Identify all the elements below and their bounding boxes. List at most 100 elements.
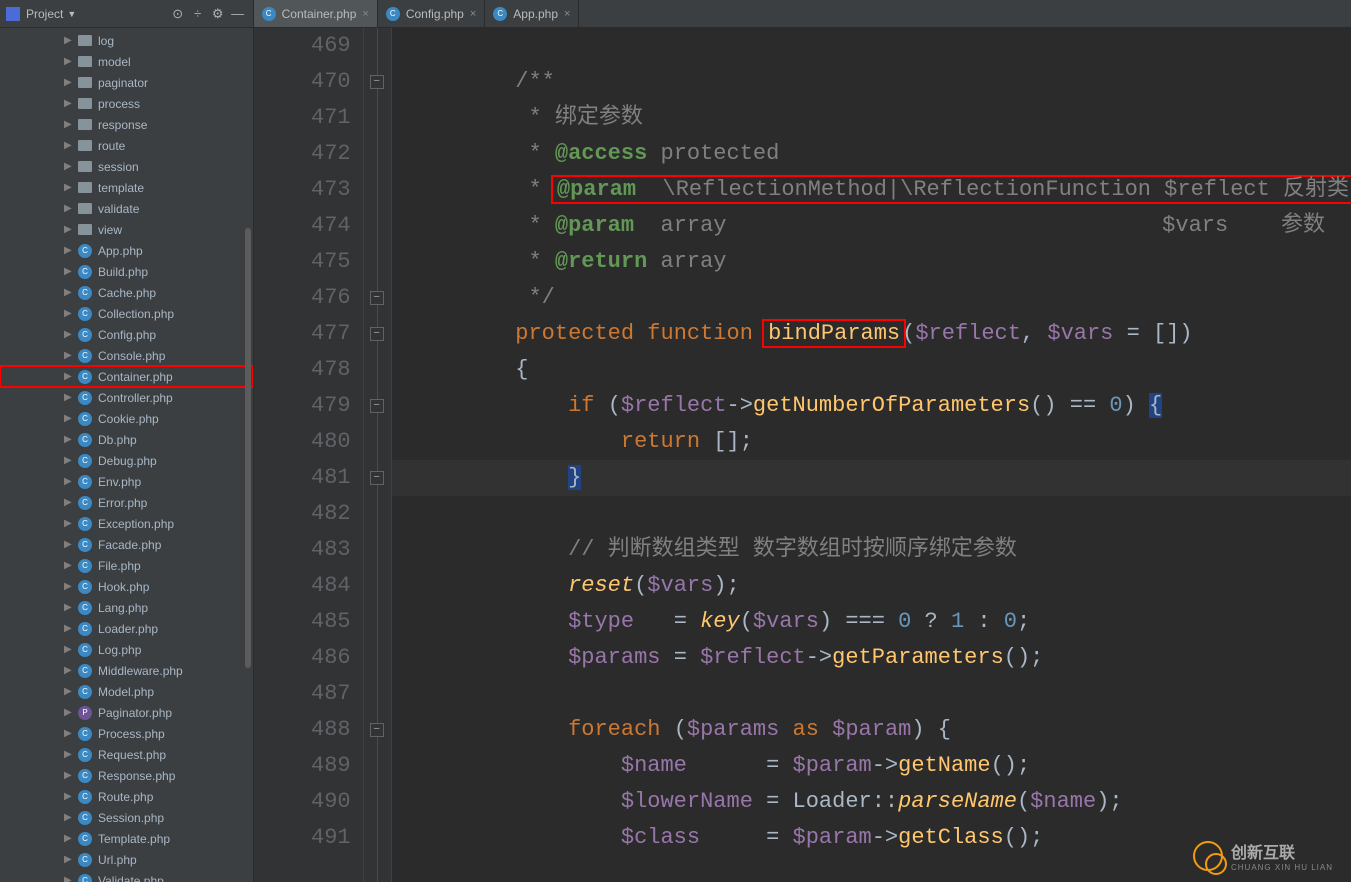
- tree-folder[interactable]: ▶log: [0, 30, 253, 51]
- expand-arrow-icon[interactable]: ▶: [64, 875, 74, 882]
- tree-file[interactable]: ▶CRequest.php: [0, 744, 253, 765]
- close-tab-icon[interactable]: ×: [470, 8, 476, 20]
- tree-file[interactable]: ▶PPaginator.php: [0, 702, 253, 723]
- tree-file[interactable]: ▶CMiddleware.php: [0, 660, 253, 681]
- expand-arrow-icon[interactable]: ▶: [64, 854, 74, 865]
- code-line[interactable]: * @param array $vars 参数: [392, 208, 1351, 244]
- tree-file[interactable]: ▶CEnv.php: [0, 471, 253, 492]
- expand-arrow-icon[interactable]: ▶: [64, 539, 74, 550]
- expand-arrow-icon[interactable]: ▶: [64, 791, 74, 802]
- tree-file[interactable]: ▶CTemplate.php: [0, 828, 253, 849]
- tree-folder[interactable]: ▶validate: [0, 198, 253, 219]
- tree-folder[interactable]: ▶session: [0, 156, 253, 177]
- expand-arrow-icon[interactable]: ▶: [64, 140, 74, 151]
- tree-folder[interactable]: ▶process: [0, 93, 253, 114]
- code-line[interactable]: foreach ($params as $param) {: [392, 712, 1351, 748]
- code-content[interactable]: /** * 绑定参数 * @access protected * @param …: [392, 28, 1351, 882]
- expand-arrow-icon[interactable]: ▶: [64, 56, 74, 67]
- expand-arrow-icon[interactable]: ▶: [64, 266, 74, 277]
- dropdown-icon[interactable]: ▼: [67, 9, 76, 19]
- code-line[interactable]: * @return array: [392, 244, 1351, 280]
- code-line[interactable]: $type = key($vars) === 0 ? 1 : 0;: [392, 604, 1351, 640]
- expand-arrow-icon[interactable]: ▶: [64, 119, 74, 130]
- tree-file[interactable]: ▶CHook.php: [0, 576, 253, 597]
- expand-arrow-icon[interactable]: ▶: [64, 245, 74, 256]
- editor-tab[interactable]: CApp.php×: [485, 0, 579, 27]
- tree-file[interactable]: ▶CConsole.php: [0, 345, 253, 366]
- fold-toggle-icon[interactable]: −: [370, 399, 384, 413]
- expand-arrow-icon[interactable]: ▶: [64, 329, 74, 340]
- expand-arrow-icon[interactable]: ▶: [64, 518, 74, 529]
- expand-arrow-icon[interactable]: ▶: [64, 434, 74, 445]
- expand-arrow-icon[interactable]: ▶: [64, 308, 74, 319]
- collapse-icon[interactable]: ÷: [189, 5, 207, 23]
- close-tab-icon[interactable]: ×: [362, 8, 368, 20]
- tree-file[interactable]: ▶CConfig.php: [0, 324, 253, 345]
- tree-file[interactable]: ▶CLog.php: [0, 639, 253, 660]
- tree-file[interactable]: ▶CValidate.php: [0, 870, 253, 882]
- expand-arrow-icon[interactable]: ▶: [64, 560, 74, 571]
- code-line[interactable]: $lowerName = Loader::parseName($name);: [392, 784, 1351, 820]
- code-line[interactable]: if ($reflect->getNumberOfParameters() ==…: [392, 388, 1351, 424]
- code-line[interactable]: $params = $reflect->getParameters();: [392, 640, 1351, 676]
- expand-arrow-icon[interactable]: ▶: [64, 476, 74, 487]
- tree-file[interactable]: ▶CFile.php: [0, 555, 253, 576]
- fold-toggle-icon[interactable]: −: [370, 291, 384, 305]
- tree-file[interactable]: ▶CUrl.php: [0, 849, 253, 870]
- code-line[interactable]: * @access protected: [392, 136, 1351, 172]
- expand-arrow-icon[interactable]: ▶: [64, 770, 74, 781]
- tree-folder[interactable]: ▶view: [0, 219, 253, 240]
- hide-icon[interactable]: —: [229, 5, 247, 23]
- code-line[interactable]: $name = $param->getName();: [392, 748, 1351, 784]
- expand-arrow-icon[interactable]: ▶: [64, 455, 74, 466]
- tree-file[interactable]: ▶CDb.php: [0, 429, 253, 450]
- expand-arrow-icon[interactable]: ▶: [64, 287, 74, 298]
- tree-file[interactable]: ▶CCookie.php: [0, 408, 253, 429]
- expand-arrow-icon[interactable]: ▶: [64, 665, 74, 676]
- expand-arrow-icon[interactable]: ▶: [64, 728, 74, 739]
- expand-arrow-icon[interactable]: ▶: [64, 686, 74, 697]
- expand-arrow-icon[interactable]: ▶: [64, 812, 74, 823]
- tree-folder[interactable]: ▶paginator: [0, 72, 253, 93]
- editor-tab[interactable]: CConfig.php×: [378, 0, 485, 27]
- tree-file[interactable]: ▶CApp.php: [0, 240, 253, 261]
- expand-arrow-icon[interactable]: ▶: [64, 623, 74, 634]
- tree-file[interactable]: ▶CBuild.php: [0, 261, 253, 282]
- expand-arrow-icon[interactable]: ▶: [64, 182, 74, 193]
- tree-file[interactable]: ▶CLang.php: [0, 597, 253, 618]
- tree-folder[interactable]: ▶model: [0, 51, 253, 72]
- target-icon[interactable]: ⊙: [169, 5, 187, 23]
- code-line[interactable]: // 判断数组类型 数字数组时按顺序绑定参数: [392, 532, 1351, 568]
- tree-file[interactable]: ▶CResponse.php: [0, 765, 253, 786]
- tree-folder[interactable]: ▶route: [0, 135, 253, 156]
- fold-toggle-icon[interactable]: −: [370, 723, 384, 737]
- expand-arrow-icon[interactable]: ▶: [64, 707, 74, 718]
- expand-arrow-icon[interactable]: ▶: [64, 35, 74, 46]
- tree-file[interactable]: ▶CProcess.php: [0, 723, 253, 744]
- tree-file[interactable]: ▶CCollection.php: [0, 303, 253, 324]
- tree-file[interactable]: ▶CSession.php: [0, 807, 253, 828]
- expand-arrow-icon[interactable]: ▶: [64, 98, 74, 109]
- tree-scrollbar-thumb[interactable]: [245, 228, 251, 668]
- code-line[interactable]: }: [392, 460, 1351, 496]
- expand-arrow-icon[interactable]: ▶: [64, 497, 74, 508]
- expand-arrow-icon[interactable]: ▶: [64, 224, 74, 235]
- code-editor[interactable]: 4694704714724734744754764774784794804814…: [254, 28, 1351, 882]
- code-line[interactable]: */: [392, 280, 1351, 316]
- code-line[interactable]: {: [392, 352, 1351, 388]
- expand-arrow-icon[interactable]: ▶: [64, 77, 74, 88]
- code-line[interactable]: * @param \ReflectionMethod|\ReflectionFu…: [392, 172, 1351, 208]
- expand-arrow-icon[interactable]: ▶: [64, 392, 74, 403]
- tree-folder[interactable]: ▶template: [0, 177, 253, 198]
- code-line[interactable]: [392, 496, 1351, 532]
- tree-file[interactable]: ▶CFacade.php: [0, 534, 253, 555]
- code-line[interactable]: [392, 676, 1351, 712]
- tree-file[interactable]: ▶CContainer.php: [0, 366, 253, 387]
- expand-arrow-icon[interactable]: ▶: [64, 581, 74, 592]
- editor-tab[interactable]: CContainer.php×: [254, 0, 378, 27]
- expand-arrow-icon[interactable]: ▶: [64, 833, 74, 844]
- code-line[interactable]: reset($vars);: [392, 568, 1351, 604]
- tree-file[interactable]: ▶CLoader.php: [0, 618, 253, 639]
- expand-arrow-icon[interactable]: ▶: [64, 203, 74, 214]
- close-tab-icon[interactable]: ×: [564, 8, 570, 20]
